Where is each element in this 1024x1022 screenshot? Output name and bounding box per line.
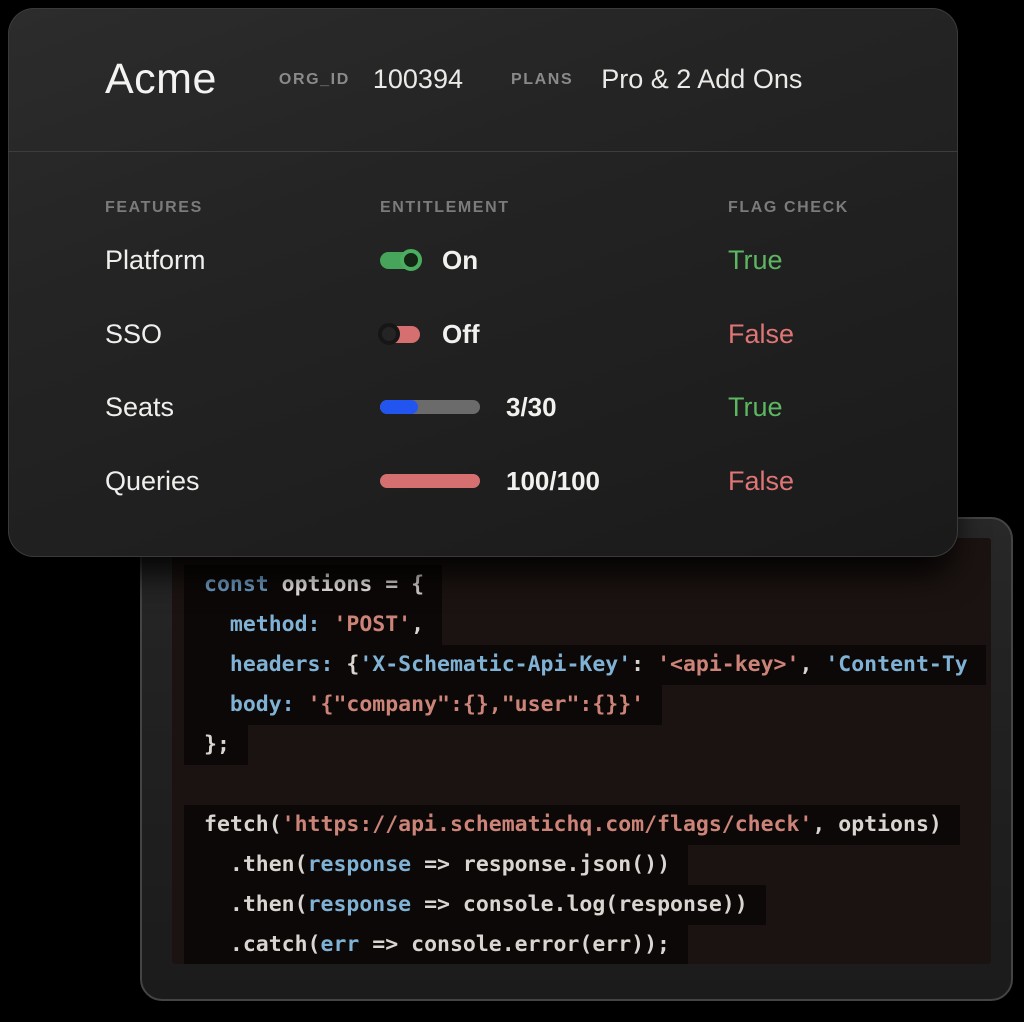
- flag-check-value: True: [728, 244, 783, 275]
- toggle-state-label: On: [442, 244, 479, 275]
- code-window: const options = { method: 'POST', header…: [140, 517, 1013, 1001]
- feature-name: Queries: [105, 465, 200, 496]
- table-row-sso: SSO Off False: [105, 310, 918, 358]
- code-editor-area: const options = { method: 'POST', header…: [172, 538, 991, 964]
- page: const options = { method: 'POST', header…: [0, 0, 1024, 1022]
- code-line: method: 'POST',: [184, 605, 991, 645]
- usage-progress-bar: [380, 400, 480, 414]
- column-header-features: FEATURES: [105, 199, 203, 216]
- code-line: headers: {'X-Schematic-Api-Key': '<api-k…: [184, 645, 991, 685]
- code-line: .then(response => response.json()): [184, 845, 991, 885]
- org-entitlements-card: Acme ORG_ID 100394 PLANS Pro & 2 Add Ons…: [8, 8, 958, 557]
- card-header: Acme ORG_ID 100394 PLANS Pro & 2 Add Ons: [105, 8, 918, 151]
- code-line: body: '{"company":{},"user":{}}': [184, 685, 991, 725]
- flag-check-value: True: [728, 391, 783, 422]
- toggle-knob: [400, 249, 422, 271]
- usage-count-label: 100/100: [506, 465, 600, 496]
- toggle-state-label: Off: [442, 318, 480, 349]
- feature-name: SSO: [105, 318, 163, 349]
- code-block: const options = { method: 'POST', header…: [184, 565, 991, 964]
- entitlement-cell: On: [380, 236, 478, 284]
- plans-value: Pro & 2 Add Ons: [601, 64, 803, 94]
- toggle-off-icon[interactable]: [378, 323, 420, 345]
- flag-check-value: False: [728, 465, 795, 496]
- entitlement-cell: 3/30: [380, 383, 557, 431]
- org-id-value: 100394: [372, 64, 463, 94]
- org-name: Acme: [105, 55, 217, 103]
- column-header-flag-check: FLAG CHECK: [728, 199, 849, 216]
- table-row-platform: Platform On True: [105, 236, 918, 284]
- table-row-seats: Seats 3/30 True: [105, 383, 918, 431]
- flag-check-value: False: [728, 318, 795, 349]
- feature-name: Platform: [105, 244, 206, 275]
- code-line: .then(response => console.log(response)): [184, 885, 991, 925]
- entitlement-cell: Off: [378, 310, 480, 358]
- toggle-knob: [378, 323, 400, 345]
- code-line: };: [184, 725, 991, 765]
- code-line: fetch('https://api.schematichq.com/flags…: [184, 805, 991, 845]
- usage-count-label: 3/30: [506, 391, 557, 422]
- usage-progress-fill: [380, 400, 418, 414]
- plans-label: PLANS: [510, 70, 574, 88]
- usage-progress-bar: [380, 474, 480, 488]
- header-divider: [8, 151, 958, 152]
- code-line: .catch(err => console.error(err));: [184, 925, 991, 964]
- entitlement-cell: 100/100: [380, 457, 600, 505]
- table-row-queries: Queries 100/100 False: [105, 457, 918, 505]
- column-header-entitlement: ENTITLEMENT: [380, 199, 510, 216]
- code-line: const options = {: [184, 565, 991, 605]
- feature-name: Seats: [105, 391, 175, 422]
- toggle-on-icon[interactable]: [380, 249, 422, 271]
- org-id-label: ORG_ID: [278, 70, 350, 88]
- usage-progress-fill: [380, 474, 480, 488]
